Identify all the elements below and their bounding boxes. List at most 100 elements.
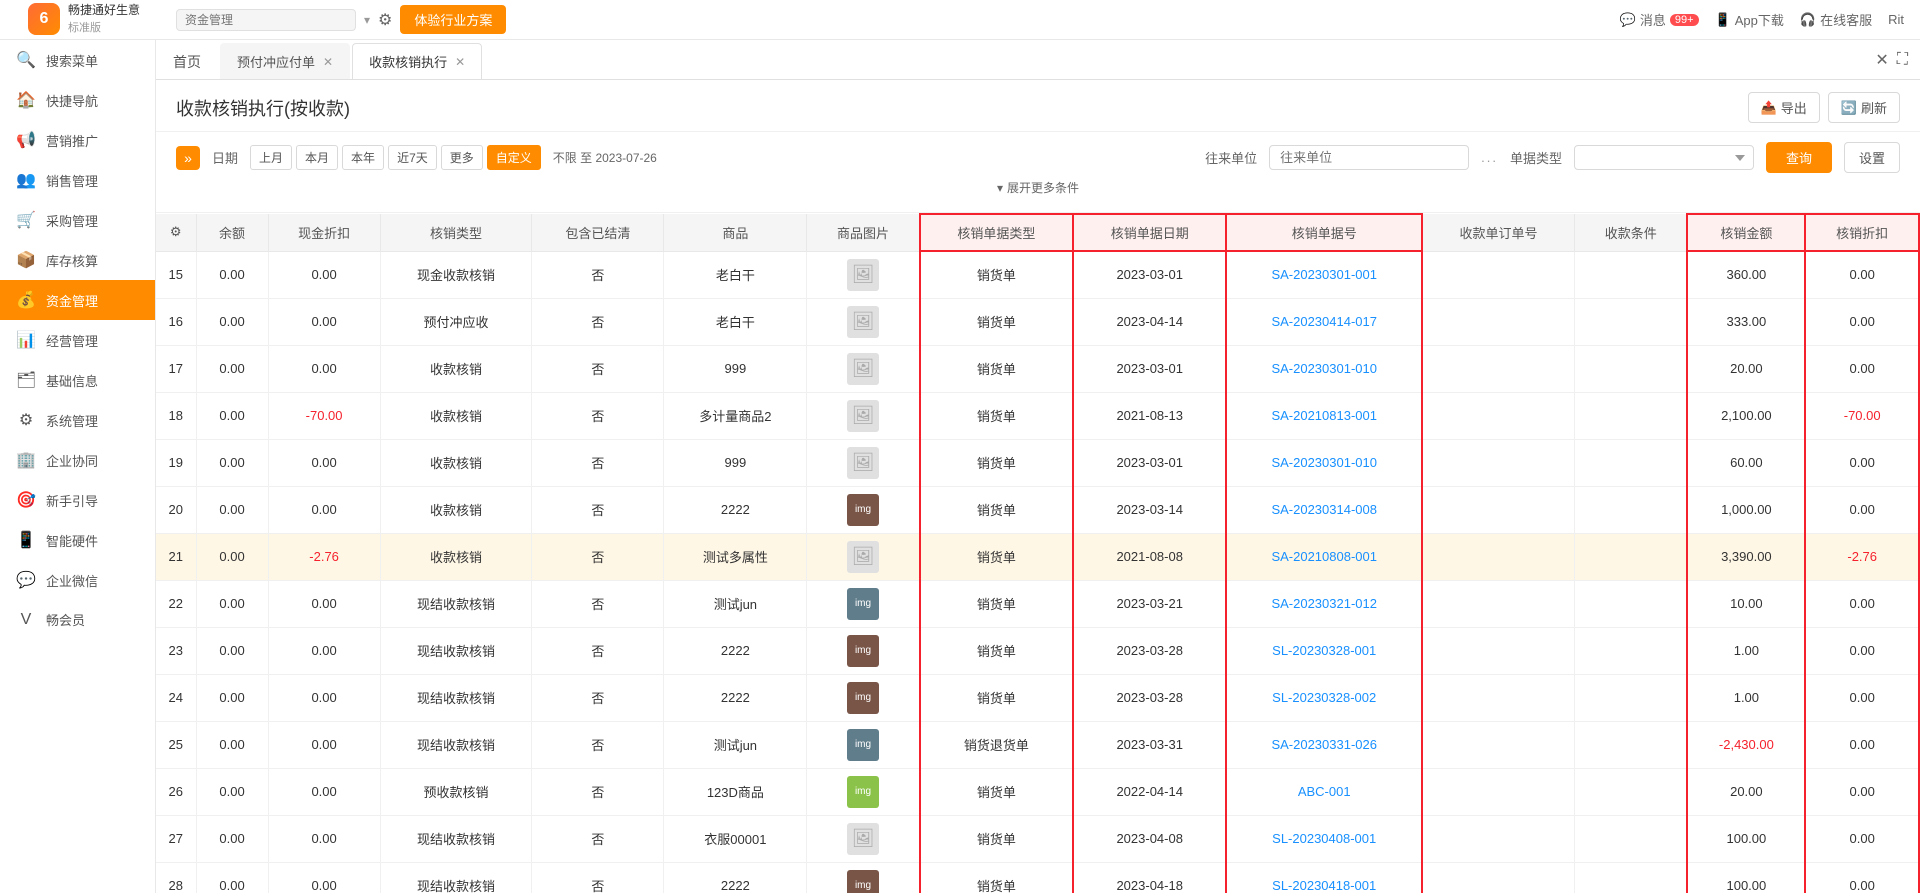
wo-bill-no-link[interactable]: SL-20230418-001 xyxy=(1272,878,1376,893)
sidebar-item-quick-nav[interactable]: 🏠 快捷导航 xyxy=(0,80,155,120)
wo-bill-no-link[interactable]: SA-20230321-012 xyxy=(1271,596,1377,611)
cell-wo-amount: 20.00 xyxy=(1687,768,1805,815)
sidebar-item-wechat[interactable]: 💬 企业微信 xyxy=(0,560,155,600)
cell-collection-cond xyxy=(1575,298,1688,345)
wechat-icon: 💬 xyxy=(16,570,36,590)
col-header-collection-no: 收款单订单号 xyxy=(1422,214,1575,251)
cell-wo-amount: 3,390.00 xyxy=(1687,533,1805,580)
query-button[interactable]: 查询 xyxy=(1766,142,1832,173)
cell-write-off-type: 现结收款核销 xyxy=(380,815,532,862)
cell-include-settled: 否 xyxy=(532,392,664,439)
wo-bill-no-link[interactable]: SL-20230328-001 xyxy=(1272,643,1376,658)
wo-bill-no-link[interactable]: SA-20230414-017 xyxy=(1271,314,1377,329)
date-btn-more[interactable]: 更多 xyxy=(441,145,483,170)
sidebar-item-inventory[interactable]: 📦 库存核算 xyxy=(0,240,155,280)
cell-include-settled: 否 xyxy=(532,580,664,627)
goods-img-placeholder: 🖼 xyxy=(847,353,879,385)
wo-bill-no-link[interactable]: SA-20210813-001 xyxy=(1271,408,1377,423)
cell-wo-bill-date: 2023-03-21 xyxy=(1073,580,1226,627)
tab-close-window-icon[interactable]: ✕ xyxy=(1875,50,1888,70)
cell-wo-bill-date: 2023-03-01 xyxy=(1073,439,1226,486)
date-btn-this-month[interactable]: 本月 xyxy=(296,145,338,170)
from-unit-input[interactable] xyxy=(1269,145,1469,170)
wo-bill-no-link[interactable]: SA-20230301-010 xyxy=(1271,455,1377,470)
date-btn-custom[interactable]: 自定义 xyxy=(487,145,541,170)
expand-more-conditions[interactable]: ▾ 展开更多条件 xyxy=(176,173,1900,202)
col-header-wo-discount: 核销折扣 xyxy=(1805,214,1919,251)
table-row: 23 0.00 0.00 现结收款核销 否 2222 img 销货单 2023-… xyxy=(156,627,1919,674)
cell-include-settled: 否 xyxy=(532,298,664,345)
filter-expand-button[interactable]: » xyxy=(176,146,200,170)
col-header-goods-img: 商品图片 xyxy=(807,214,920,251)
sidebar-item-search[interactable]: 🔍 搜索菜单 xyxy=(0,40,155,80)
sidebar-item-basic-info[interactable]: 🗂 基础信息 xyxy=(0,360,155,400)
cell-wo-bill-no: SA-20210813-001 xyxy=(1226,392,1422,439)
tab-maximize-icon[interactable]: ⛶ xyxy=(1897,51,1908,69)
main-content: 首页 预付冲应付单 ✕ 收款核销执行 ✕ ✕ ⛶ 收款核销执行(按收款) 📤 导… xyxy=(156,40,1920,893)
cell-goods-img: 🖼 xyxy=(807,298,920,345)
wo-bill-no-link[interactable]: SL-20230328-002 xyxy=(1272,690,1376,705)
tab-collection-close[interactable]: ✕ xyxy=(455,55,465,69)
wo-bill-no-link[interactable]: SA-20230301-001 xyxy=(1271,267,1377,282)
chevron-down-icon: ▾ xyxy=(364,13,370,27)
col-header-gear[interactable]: ⚙ xyxy=(156,214,196,251)
col-header-include-settled: 包含已结清 xyxy=(532,214,664,251)
date-btn-7days[interactable]: 近7天 xyxy=(388,145,437,170)
page-header: 收款核销执行(按收款) 📤 导出 🔄 刷新 xyxy=(156,80,1920,132)
wo-bill-no-link[interactable]: ABC-001 xyxy=(1298,784,1351,799)
sidebar-item-member[interactable]: V 畅会员 xyxy=(0,600,155,639)
user-name-display[interactable]: Rit xyxy=(1888,12,1904,27)
cell-goods-img: img xyxy=(807,580,920,627)
filter-settings-button[interactable]: 设置 xyxy=(1844,142,1900,173)
cell-goods: 999 xyxy=(664,439,807,486)
tab-home[interactable]: 首页 xyxy=(156,43,218,79)
sidebar-item-smart-hw[interactable]: 📱 智能硬件 xyxy=(0,520,155,560)
app-download[interactable]: 📱 App下载 xyxy=(1715,10,1784,29)
refresh-button[interactable]: 🔄 刷新 xyxy=(1828,92,1900,123)
sidebar-item-sys-mgmt[interactable]: ⚙ 系统管理 xyxy=(0,400,155,440)
cell-cash-discount: 0.00 xyxy=(268,721,380,768)
wo-bill-no-link[interactable]: SA-20230331-026 xyxy=(1271,737,1377,752)
single-type-select[interactable]: 销货单 销货退货单 xyxy=(1574,145,1754,170)
wo-bill-no-link[interactable]: SA-20230314-008 xyxy=(1271,502,1377,517)
date-btn-last-month[interactable]: 上月 xyxy=(250,145,292,170)
breadcrumb-input[interactable] xyxy=(176,9,356,31)
col-header-collection-cond: 收款条件 xyxy=(1575,214,1688,251)
industry-btn[interactable]: 体验行业方案 xyxy=(400,5,506,34)
sidebar-item-purchase[interactable]: 🛒 采购管理 xyxy=(0,200,155,240)
cell-goods: 测试多属性 xyxy=(664,533,807,580)
table-container[interactable]: ⚙ 余额 现金折扣 核销类型 包含已结清 商品 商品图片 核销单据类型 核销单据… xyxy=(156,213,1920,893)
sidebar-item-guide[interactable]: 🎯 新手引导 xyxy=(0,480,155,520)
sidebar-item-ops[interactable]: 📊 经营管理 xyxy=(0,320,155,360)
wo-bill-no-link[interactable]: SA-20230301-010 xyxy=(1271,361,1377,376)
msg-area[interactable]: 💬 消息 99+ xyxy=(1620,10,1699,29)
cell-cash-discount: 0.00 xyxy=(268,345,380,392)
cell-wo-bill-date: 2023-04-08 xyxy=(1073,815,1226,862)
cell-goods: 老白干 xyxy=(664,251,807,298)
wo-bill-no-link[interactable]: SL-20230408-001 xyxy=(1272,831,1376,846)
cell-wo-discount: 0.00 xyxy=(1805,721,1919,768)
tab-prepay-close[interactable]: ✕ xyxy=(323,55,333,69)
goods-img-thumb: img xyxy=(847,776,879,808)
date-label: 日期 xyxy=(212,148,238,167)
wo-bill-no-link[interactable]: SA-20210808-001 xyxy=(1271,549,1377,564)
cell-no: 23 xyxy=(156,627,196,674)
cell-no: 22 xyxy=(156,580,196,627)
cell-cash-discount: -70.00 xyxy=(268,392,380,439)
tab-collection[interactable]: 收款核销执行 ✕ xyxy=(352,43,482,79)
date-btn-this-year[interactable]: 本年 xyxy=(342,145,384,170)
sidebar-item-finance[interactable]: 💰 资金管理 xyxy=(0,280,155,320)
goods-img-thumb3: img xyxy=(847,588,879,620)
settings-icon[interactable]: ⚙ xyxy=(378,10,392,30)
header-actions: 📤 导出 🔄 刷新 xyxy=(1748,92,1900,123)
cell-wo-bill-type: 销货单 xyxy=(920,627,1073,674)
cell-wo-bill-no: SL-20230408-001 xyxy=(1226,815,1422,862)
export-button[interactable]: 📤 导出 xyxy=(1748,92,1820,123)
online-service[interactable]: 🎧 在线客服 xyxy=(1800,10,1872,29)
cell-include-settled: 否 xyxy=(532,815,664,862)
sidebar-item-corp[interactable]: 🏢 企业协同 xyxy=(0,440,155,480)
sidebar-item-marketing[interactable]: 📢 营销推广 xyxy=(0,120,155,160)
tab-prepay[interactable]: 预付冲应付单 ✕ xyxy=(220,43,350,79)
sidebar-item-sales[interactable]: 👥 销售管理 xyxy=(0,160,155,200)
cell-write-off-type: 收款核销 xyxy=(380,439,532,486)
